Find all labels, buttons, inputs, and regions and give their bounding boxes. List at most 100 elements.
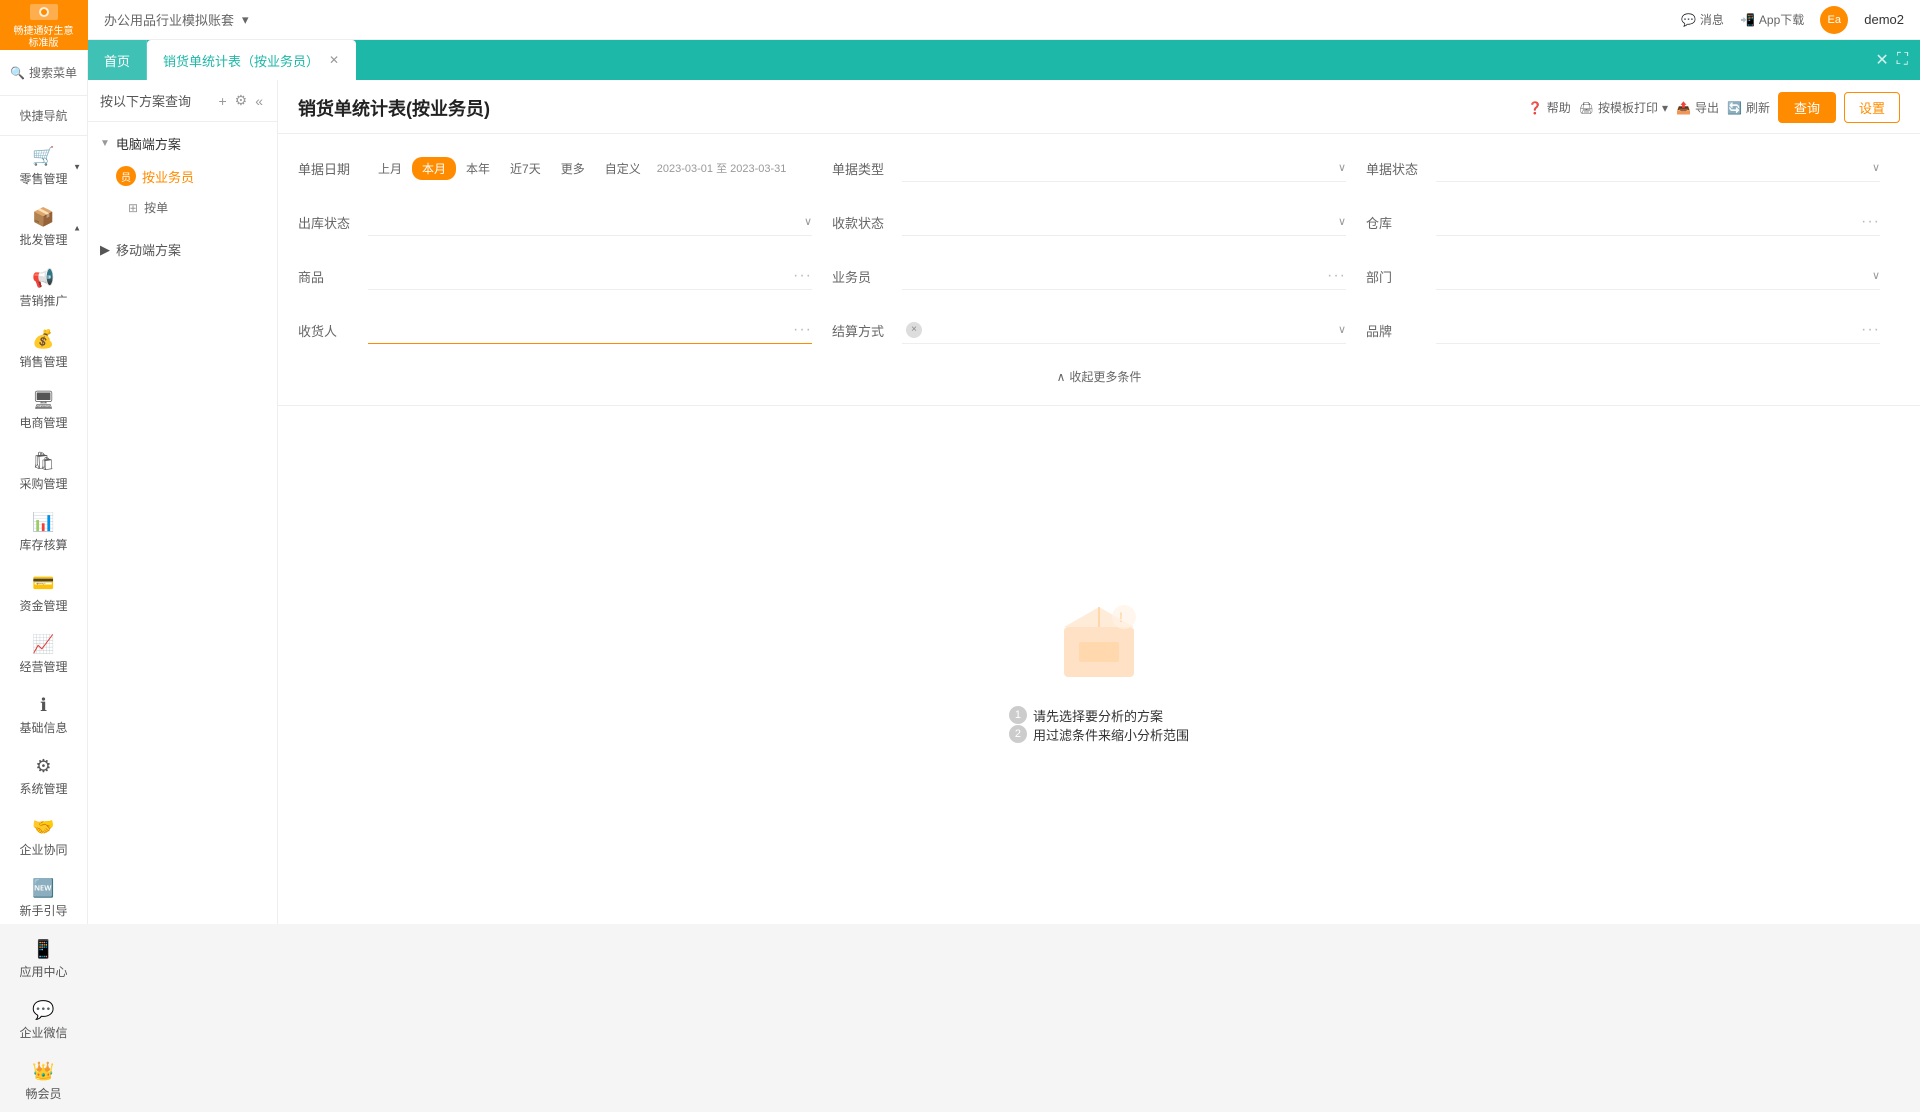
department-select[interactable]: ∨ [1436, 262, 1880, 290]
app-name-label: 畅捷通好生意 标准版 [14, 26, 74, 50]
sidebar-item-finance[interactable]: 💳 资金管理 [0, 563, 87, 624]
help-icon: ❓ [1528, 101, 1543, 115]
print-button[interactable]: 🖨 按模板打印 ▾ [1579, 99, 1668, 116]
wholesale-icon: 📦 [32, 207, 54, 228]
settle-select[interactable]: × ∨ [902, 316, 1346, 344]
brand-dots-icon: ··· [1861, 321, 1880, 339]
page-header: 销货单统计表(按业务员) ❓ 帮助 🖨 按模板打印 ▾ 📤 [278, 80, 1920, 134]
user-name-label: demo2 [1864, 12, 1904, 27]
breadcrumb-dropdown[interactable]: ▾ [242, 12, 249, 28]
help-button[interactable]: ❓ 帮助 [1528, 99, 1571, 116]
breadcrumb-text: 办公用品行业模拟账套 [104, 10, 234, 29]
tab-expand-button[interactable]: ⛶ [1897, 51, 1908, 69]
tip2-text: 用过滤条件来缩小分析范围 [1033, 725, 1189, 744]
collectstatus-label: 收款状态 [832, 213, 902, 232]
tip2-num: 2 [1009, 725, 1027, 743]
sidebar-item-marketing[interactable]: 📢 营销推广 [0, 258, 87, 319]
sidebar-item-system[interactable]: ⚙ 系统管理 [0, 746, 87, 807]
warehouse-dots-icon: ··· [1861, 213, 1880, 231]
appcenter-icon: 📱 [32, 939, 54, 960]
mobile-group-label: 移动端方案 [116, 240, 181, 259]
desktop-group-label: 电脑端方案 [116, 134, 181, 153]
docstatus-select[interactable]: ∨ [1436, 154, 1880, 182]
sidebar-item-appcenter[interactable]: 📱 应用中心 [0, 929, 87, 990]
filter-brand-cell: 品牌 ··· [1366, 308, 1900, 352]
filter-salesperson-cell: 业务员 ··· [832, 254, 1366, 298]
scheme-collapse-button[interactable]: « [253, 91, 265, 111]
tab-home[interactable]: 首页 [88, 40, 147, 80]
query-button[interactable]: 查询 [1778, 92, 1836, 123]
message-icon: 💬 [1681, 13, 1696, 27]
mobile-group-title[interactable]: ▶ 移动端方案 [88, 234, 277, 265]
refresh-button[interactable]: 🔄 刷新 [1727, 99, 1770, 116]
sidebar-item-inventory[interactable]: 📊 库存核算 [0, 502, 87, 563]
settle-arrow-icon: ∨ [1338, 323, 1346, 336]
desktop-scheme-group: ▼ 电脑端方案 员 按业务员 ⊞ 按单 [88, 122, 277, 228]
doctype-arrow-icon: ∨ [1338, 161, 1346, 174]
purchase-icon: 🛍 [32, 451, 55, 472]
date-tab-thisyear[interactable]: 本年 [456, 157, 500, 180]
page-title: 销货单统计表(按业务员) [298, 95, 490, 121]
sidebar-item-business[interactable]: 📈 经营管理 [0, 624, 87, 685]
scheme-add-button[interactable]: + [216, 91, 228, 111]
tab-sales-report[interactable]: 销货单统计表（按业务员） ✕ [147, 40, 356, 80]
sidebar-item-basics[interactable]: ℹ 基础信息 [0, 685, 87, 746]
desktop-group-title[interactable]: ▼ 电脑端方案 [88, 128, 277, 159]
sidebar-item-purchase[interactable]: 🛍 采购管理 [0, 441, 87, 502]
tab-close-all-button[interactable]: ✕ [1875, 50, 1888, 70]
export-button[interactable]: 📤 导出 [1676, 99, 1719, 116]
app-download-button[interactable]: 📲 App下载 [1740, 11, 1804, 28]
page-header-actions: ❓ 帮助 🖨 按模板打印 ▾ 📤 导出 🔄 [1528, 92, 1900, 123]
settle-tag-close[interactable]: × [906, 322, 922, 338]
sidebar-item-newuser[interactable]: 🆕 新手引导 [0, 868, 87, 929]
settings-button[interactable]: 设置 [1844, 92, 1900, 123]
sidebar-item-wholesale[interactable]: 📦 批发管理 [0, 197, 87, 258]
receiver-input[interactable]: ··· [368, 316, 812, 344]
sidebar-item-sales[interactable]: 💰 销售管理 [0, 319, 87, 380]
salesperson-label: 业务员 [832, 267, 902, 286]
goods-input[interactable]: ··· [368, 262, 812, 290]
warehouse-input[interactable]: ··· [1436, 208, 1880, 236]
sidebar-item-corpwechat[interactable]: 💬 企业微信 [0, 990, 87, 1051]
logo-icon [28, 0, 60, 24]
mobile-group-arrow: ▶ [100, 242, 110, 258]
brand-input[interactable]: ··· [1436, 316, 1880, 344]
sidebar-item-retail[interactable]: 🛒 零售管理 [0, 136, 87, 197]
collectstatus-select[interactable]: ∨ [902, 208, 1346, 236]
receiver-label: 收货人 [298, 321, 368, 340]
system-icon: ⚙ [35, 756, 51, 777]
newuser-icon: 🆕 [32, 878, 54, 899]
filter-collectstatus-cell: 收款状态 ∨ [832, 200, 1366, 244]
doctype-select[interactable]: ∨ [902, 154, 1346, 182]
app-logo[interactable]: 畅捷通好生意 标准版 [0, 0, 88, 50]
date-tab-custom[interactable]: 自定义 [595, 157, 651, 180]
sidebar-item-enterprise[interactable]: 🤝 企业协同 [0, 807, 87, 868]
outstatus-select[interactable]: ∨ [368, 208, 812, 236]
goods-label: 商品 [298, 267, 368, 286]
message-button[interactable]: 💬 消息 [1681, 11, 1724, 28]
tab-close-button[interactable]: ✕ [329, 53, 339, 67]
sidebar: 畅捷通好生意 标准版 🔍 搜索菜单 快捷导航 🛒 零售管理 📦 批发管理 📢 营… [0, 0, 88, 924]
docstatus-arrow-icon: ∨ [1872, 161, 1880, 174]
sidebar-item-vip[interactable]: 👑 畅会员 [0, 1051, 87, 1112]
salesperson-input[interactable]: ··· [902, 262, 1346, 290]
filter-area: 单据日期 上月 本月 本年 近7天 更多 自定义 2023-03-01 至 20… [278, 134, 1920, 406]
sidebar-item-ecommerce[interactable]: 🖥 电商管理 [0, 380, 87, 441]
date-tab-more[interactable]: 更多 [551, 157, 595, 180]
collapse-bar[interactable]: ∧ 收起更多条件 [298, 360, 1900, 393]
scheme-panel-header: 按以下方案查询 + ⚙ « [88, 80, 277, 122]
filter-docstatus-cell: 单据状态 ∨ [1366, 146, 1900, 190]
scheme-sub-item-order[interactable]: ⊞ 按单 [88, 193, 277, 222]
date-tab-thismonth[interactable]: 本月 [412, 157, 456, 180]
search-menu-button[interactable]: 🔍 搜索菜单 [6, 58, 81, 87]
quick-nav-button[interactable]: 快捷导航 [0, 102, 87, 129]
date-tab-last7days[interactable]: 近7天 [500, 157, 551, 180]
empty-state: ! 1 请先选择要分析的方案 2 用过滤条件来缩小分析范围 [278, 406, 1920, 924]
scheme-settings-button[interactable]: ⚙ [233, 90, 250, 111]
scheme-item-salesperson[interactable]: 员 按业务员 [88, 159, 277, 193]
user-avatar[interactable]: Ea [1820, 6, 1848, 34]
warehouse-label: 仓库 [1366, 213, 1436, 232]
date-tab-lastmonth[interactable]: 上月 [368, 157, 412, 180]
left-scheme-panel: 按以下方案查询 + ⚙ « ▼ 电脑端方案 员 按业务员 ⊞ 按 [88, 80, 278, 924]
salesperson-dots-icon: ··· [1327, 267, 1346, 285]
